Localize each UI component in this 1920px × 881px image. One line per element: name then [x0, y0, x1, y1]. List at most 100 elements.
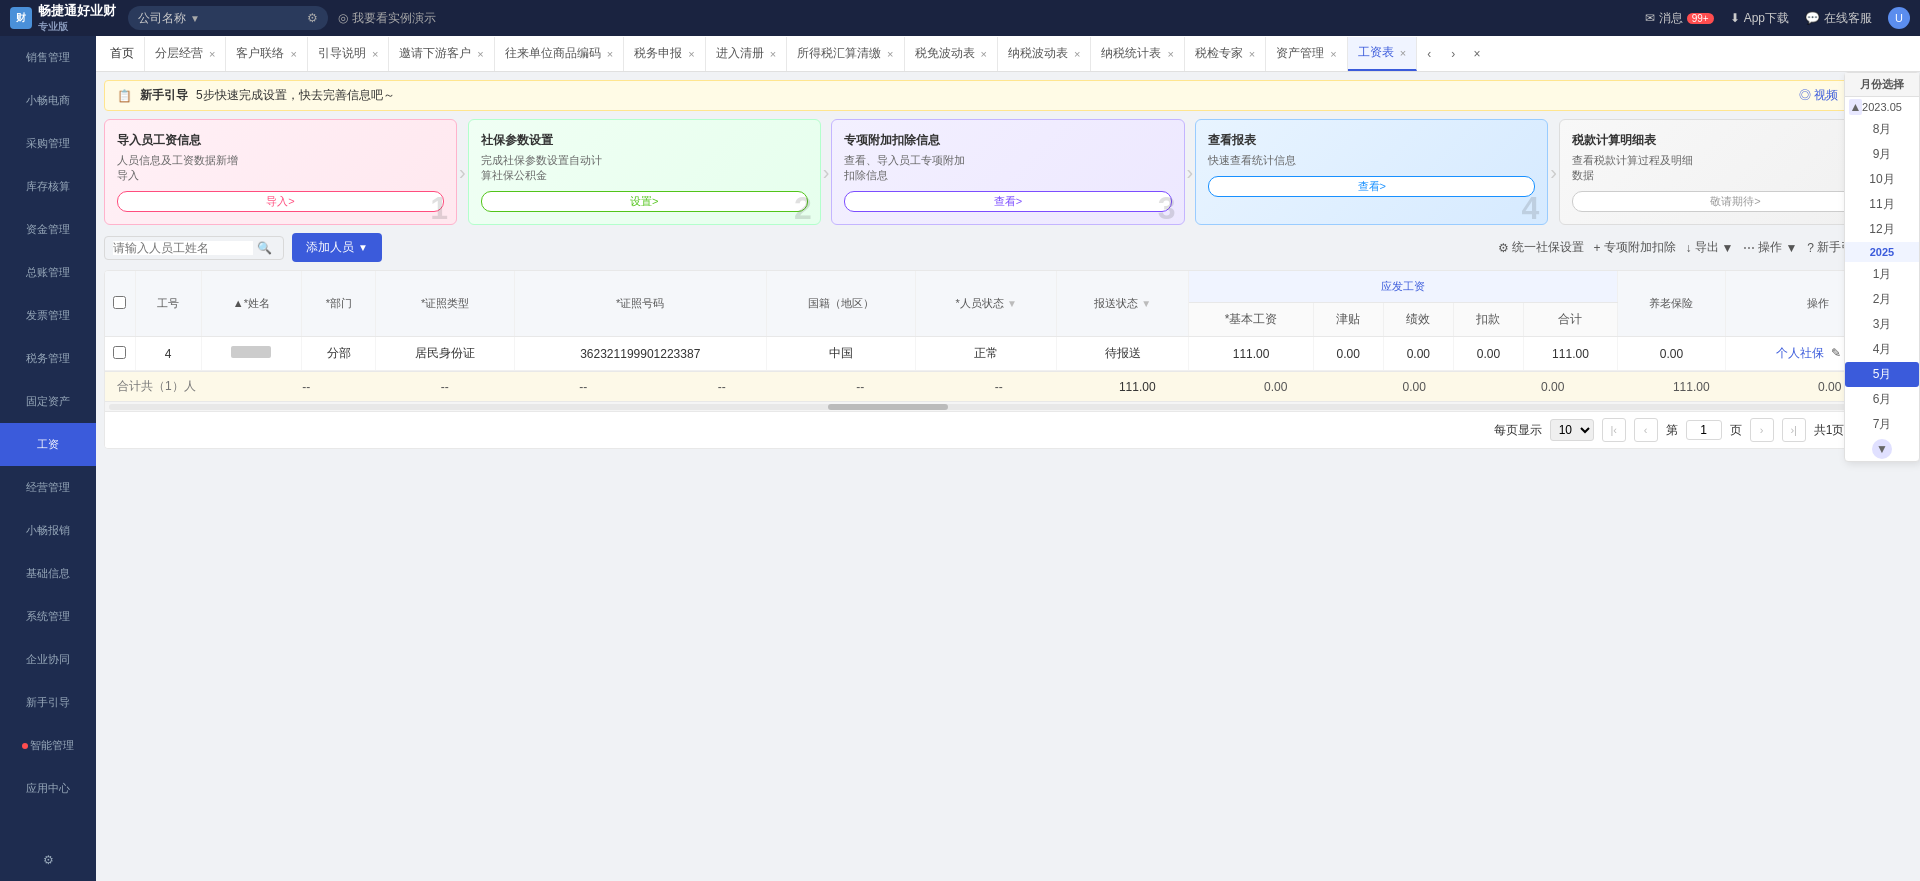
status-filter-icon[interactable]: ▼ [1007, 298, 1017, 309]
step-3-btn[interactable]: 查看> [844, 191, 1171, 212]
tab-tax-wave-close[interactable]: × [1074, 48, 1080, 60]
tab-partition-close[interactable]: × [209, 48, 215, 60]
add-staff-btn[interactable]: 添加人员 ▼ [292, 233, 382, 262]
tab-tax-report[interactable]: 税务申报× [624, 37, 705, 71]
sidebar-item-fixed[interactable]: 固定资产 [0, 380, 96, 423]
prev-page-btn[interactable]: ‹ [1634, 418, 1658, 442]
tab-partition[interactable]: 分层经营× [145, 37, 226, 71]
company-settings-icon[interactable]: ⚙ [307, 11, 318, 25]
export-btn[interactable]: ↓ 导出 ▼ [1686, 239, 1734, 256]
tab-clearance-close[interactable]: × [770, 48, 776, 60]
month-2[interactable]: 2月 [1845, 287, 1919, 312]
sidebar-item-tax[interactable]: 税务管理 [0, 337, 96, 380]
sidebar-item-operation[interactable]: 经营管理 [0, 466, 96, 509]
tab-home[interactable]: 首页 [100, 37, 145, 71]
tab-tax-stat[interactable]: 纳税统计表× [1091, 37, 1184, 71]
sidebar-item-inventory[interactable]: 库存核算 [0, 165, 96, 208]
month-nav-up-btn[interactable]: ▲ [1849, 99, 1862, 115]
sidebar-settings-btn[interactable]: ⚙ [0, 839, 96, 881]
report-filter-icon[interactable]: ▼ [1141, 298, 1151, 309]
app-download-btn[interactable]: ⬇ App下载 [1730, 10, 1789, 27]
first-page-btn[interactable]: |‹ [1602, 418, 1626, 442]
sidebar-item-invoice[interactable]: 发票管理 [0, 294, 96, 337]
sidebar-item-sales[interactable]: 销售管理 [0, 36, 96, 79]
tab-invite[interactable]: 邀请下游客户× [389, 37, 494, 71]
tab-guide-close[interactable]: × [372, 48, 378, 60]
sidebar-item-smart[interactable]: 智能管理 [0, 724, 96, 767]
online-service-btn[interactable]: 💬 在线客服 [1805, 10, 1872, 27]
per-page-select[interactable]: 10 20 50 [1550, 419, 1594, 441]
tab-invite-close[interactable]: × [477, 48, 483, 60]
month-6[interactable]: 6月 [1845, 387, 1919, 412]
next-page-btn[interactable]: › [1750, 418, 1774, 442]
tab-asset-close[interactable]: × [1330, 48, 1336, 60]
tab-tax-wave[interactable]: 纳税波动表× [998, 37, 1091, 71]
tab-customer-close[interactable]: × [290, 48, 296, 60]
tab-guide[interactable]: 引导说明× [308, 37, 389, 71]
demo-link[interactable]: ◎ 我要看实例演示 [338, 10, 436, 27]
sidebar-item-payroll[interactable]: 工资 [0, 423, 96, 466]
sidebar-item-collab[interactable]: 企业协同 [0, 638, 96, 681]
step-2-btn[interactable]: 设置> [481, 191, 808, 212]
tab-tax-calc-close[interactable]: × [887, 48, 893, 60]
last-page-btn[interactable]: ›| [1782, 418, 1806, 442]
tab-payroll[interactable]: 工资表× [1348, 37, 1417, 71]
edit-icon[interactable]: ✎ [1831, 346, 1841, 360]
tab-tax-exempt[interactable]: 税免波动表× [905, 37, 998, 71]
search-input-wrapper[interactable]: 🔍 [104, 236, 284, 260]
messages-btn[interactable]: ✉ 消息 99+ [1645, 10, 1714, 27]
month-7[interactable]: 7月 [1845, 412, 1919, 437]
month-11[interactable]: 11月 [1845, 192, 1919, 217]
user-avatar[interactable]: U [1888, 7, 1910, 29]
page-input[interactable] [1686, 420, 1722, 440]
month-more-btn[interactable]: ▼ [1872, 439, 1892, 459]
sidebar-item-guide[interactable]: 新手引导 [0, 681, 96, 724]
tab-asset[interactable]: 资产管理× [1266, 37, 1347, 71]
month-3[interactable]: 3月 [1845, 312, 1919, 337]
month-12[interactable]: 12月 [1845, 217, 1919, 242]
sidebar-item-basic[interactable]: 基础信息 [0, 552, 96, 595]
tab-prev-btn[interactable]: ‹ [1417, 37, 1441, 71]
special-deduction-btn[interactable]: + 专项附加扣除 [1594, 239, 1676, 256]
tab-close-all-btn[interactable]: × [1465, 37, 1489, 71]
horizontal-scrollbar[interactable] [105, 401, 1911, 411]
select-all-checkbox[interactable] [113, 296, 126, 309]
tab-clearance[interactable]: 进入清册× [706, 37, 787, 71]
sidebar-item-marketing[interactable]: 小畅报销 [0, 509, 96, 552]
step-1-btn[interactable]: 导入> [117, 191, 444, 212]
month-9[interactable]: 9月 [1845, 142, 1919, 167]
tab-payroll-close[interactable]: × [1400, 47, 1406, 59]
month-4[interactable]: 4月 [1845, 337, 1919, 362]
tab-product-code-close[interactable]: × [607, 48, 613, 60]
sidebar-item-ecommerce[interactable]: 小畅电商 [0, 79, 96, 122]
sidebar-item-ledger[interactable]: 总账管理 [0, 251, 96, 294]
unified-set-btn[interactable]: ⚙ 统一社保设置 [1498, 239, 1584, 256]
operate-btn[interactable]: ⋯ 操作 ▼ [1743, 239, 1797, 256]
scrollbar-thumb[interactable] [828, 404, 948, 410]
sidebar-item-system[interactable]: 系统管理 [0, 595, 96, 638]
tab-next-btn[interactable]: › [1441, 37, 1465, 71]
search-input[interactable] [113, 241, 253, 255]
step-4-btn[interactable]: 查看> [1208, 176, 1535, 197]
tab-tax-exempt-close[interactable]: × [981, 48, 987, 60]
search-icon[interactable]: 🔍 [257, 241, 272, 255]
personal-insurance-btn[interactable]: 个人社保 [1776, 346, 1824, 360]
row-checkbox[interactable] [113, 346, 126, 359]
tab-tax-expert[interactable]: 税检专家× [1185, 37, 1266, 71]
tab-tax-expert-close[interactable]: × [1249, 48, 1255, 60]
tab-product-code[interactable]: 往来单位商品编码× [495, 37, 624, 71]
month-8[interactable]: 8月 [1845, 117, 1919, 142]
sidebar-item-finance[interactable]: 资金管理 [0, 208, 96, 251]
sidebar-item-purchase[interactable]: 采购管理 [0, 122, 96, 165]
sidebar-item-appcenter[interactable]: 应用中心 [0, 767, 96, 810]
add-staff-arrow-icon: ▼ [358, 242, 368, 253]
tab-customer[interactable]: 客户联络× [226, 37, 307, 71]
month-5[interactable]: 5月 [1845, 362, 1919, 387]
tab-tax-calc[interactable]: 所得税汇算清缴× [787, 37, 904, 71]
month-10[interactable]: 10月 [1845, 167, 1919, 192]
guide-video-btn[interactable]: ◎ 视频 [1799, 87, 1838, 104]
month-1[interactable]: 1月 [1845, 262, 1919, 287]
company-selector[interactable]: 公司名称 ▼ ⚙ [128, 6, 328, 30]
tab-tax-stat-close[interactable]: × [1167, 48, 1173, 60]
tab-tax-report-close[interactable]: × [688, 48, 694, 60]
